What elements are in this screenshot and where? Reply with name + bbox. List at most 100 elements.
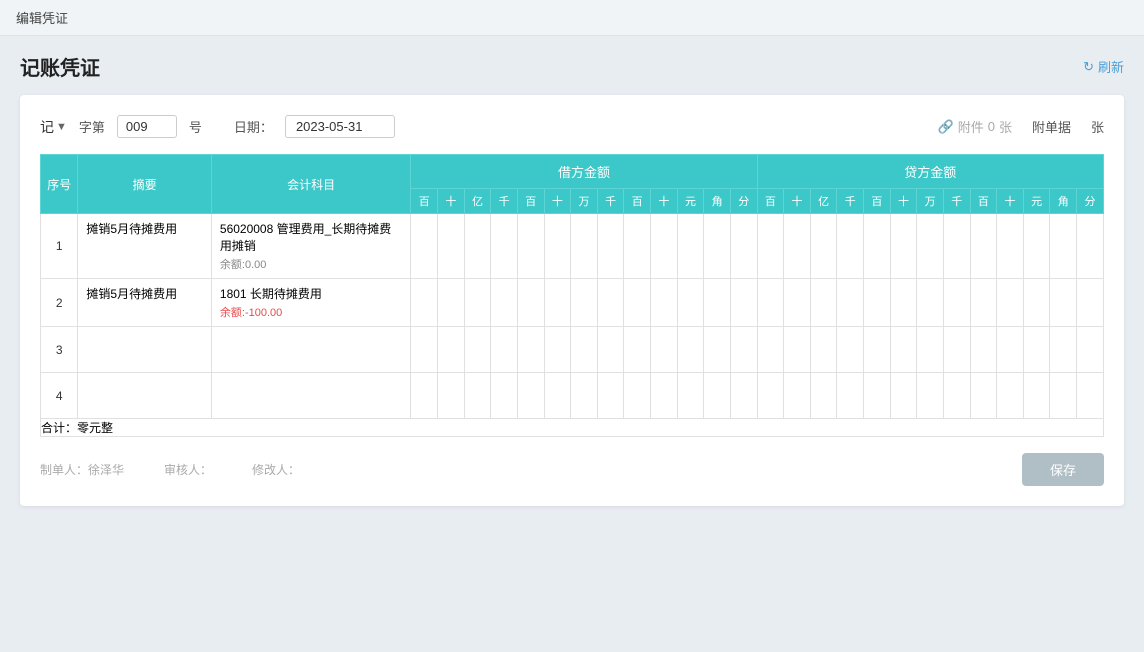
row-abstract[interactable] bbox=[78, 327, 211, 373]
debit-2[interactable] bbox=[438, 327, 465, 373]
debit-9[interactable] bbox=[624, 279, 651, 327]
credit-13[interactable] bbox=[1077, 327, 1104, 373]
refresh-button[interactable]: ↻ 刷新 bbox=[1083, 57, 1124, 76]
debit-12[interactable] bbox=[704, 279, 731, 327]
credit-7[interactable] bbox=[917, 373, 944, 419]
debit-12[interactable] bbox=[704, 327, 731, 373]
credit-3[interactable] bbox=[810, 279, 837, 327]
dropdown-arrow-icon[interactable]: ▼ bbox=[56, 121, 67, 133]
debit-7[interactable] bbox=[571, 327, 598, 373]
row-abstract[interactable] bbox=[78, 373, 211, 419]
credit-2[interactable] bbox=[784, 279, 811, 327]
debit-11[interactable] bbox=[677, 327, 704, 373]
credit-12[interactable] bbox=[1050, 279, 1077, 327]
debit-2[interactable] bbox=[438, 373, 465, 419]
debit-11[interactable] bbox=[677, 279, 704, 327]
debit-1[interactable] bbox=[411, 214, 438, 279]
credit-12[interactable] bbox=[1050, 373, 1077, 419]
credit-3[interactable] bbox=[810, 214, 837, 279]
credit-10[interactable] bbox=[997, 373, 1024, 419]
voucher-number-input[interactable] bbox=[117, 115, 177, 138]
debit-2[interactable] bbox=[438, 279, 465, 327]
credit-4[interactable] bbox=[837, 214, 864, 279]
debit-8[interactable] bbox=[597, 214, 624, 279]
debit-9[interactable] bbox=[624, 214, 651, 279]
debit-2[interactable] bbox=[438, 214, 465, 279]
credit-8[interactable] bbox=[943, 214, 970, 279]
credit-2[interactable] bbox=[784, 214, 811, 279]
debit-5[interactable] bbox=[517, 279, 544, 327]
credit-9[interactable] bbox=[970, 373, 997, 419]
credit-4[interactable] bbox=[837, 279, 864, 327]
credit-5[interactable] bbox=[864, 279, 891, 327]
credit-6[interactable] bbox=[890, 327, 917, 373]
credit-4[interactable] bbox=[837, 327, 864, 373]
row-abstract[interactable]: 摊销5月待摊费用 bbox=[78, 279, 211, 327]
row-subject[interactable] bbox=[211, 373, 411, 419]
debit-10[interactable] bbox=[651, 327, 678, 373]
credit-11[interactable] bbox=[1023, 327, 1050, 373]
debit-7[interactable] bbox=[571, 279, 598, 327]
debit-13[interactable] bbox=[730, 279, 757, 327]
credit-3[interactable] bbox=[810, 327, 837, 373]
debit-13[interactable] bbox=[730, 214, 757, 279]
credit-3[interactable] bbox=[810, 373, 837, 419]
debit-5[interactable] bbox=[517, 373, 544, 419]
credit-1[interactable] bbox=[757, 214, 784, 279]
debit-13[interactable] bbox=[730, 327, 757, 373]
debit-7[interactable] bbox=[571, 373, 598, 419]
credit-12[interactable] bbox=[1050, 327, 1077, 373]
row-subject[interactable]: 1801 长期待摊费用 余额:-100.00 bbox=[211, 279, 411, 327]
credit-1[interactable] bbox=[757, 327, 784, 373]
credit-6[interactable] bbox=[890, 214, 917, 279]
credit-10[interactable] bbox=[997, 214, 1024, 279]
save-button[interactable]: 保存 bbox=[1022, 453, 1104, 486]
debit-5[interactable] bbox=[517, 327, 544, 373]
debit-4[interactable] bbox=[491, 214, 518, 279]
credit-8[interactable] bbox=[943, 373, 970, 419]
credit-1[interactable] bbox=[757, 373, 784, 419]
row-abstract[interactable]: 摊销5月待摊费用 bbox=[78, 214, 211, 279]
credit-9[interactable] bbox=[970, 214, 997, 279]
debit-8[interactable] bbox=[597, 373, 624, 419]
credit-8[interactable] bbox=[943, 327, 970, 373]
debit-10[interactable] bbox=[651, 214, 678, 279]
credit-2[interactable] bbox=[784, 373, 811, 419]
credit-5[interactable] bbox=[864, 327, 891, 373]
credit-10[interactable] bbox=[997, 279, 1024, 327]
debit-10[interactable] bbox=[651, 373, 678, 419]
credit-1[interactable] bbox=[757, 279, 784, 327]
debit-12[interactable] bbox=[704, 373, 731, 419]
debit-10[interactable] bbox=[651, 279, 678, 327]
debit-6[interactable] bbox=[544, 214, 571, 279]
debit-3[interactable] bbox=[464, 373, 491, 419]
debit-7[interactable] bbox=[571, 214, 598, 279]
debit-9[interactable] bbox=[624, 373, 651, 419]
credit-5[interactable] bbox=[864, 373, 891, 419]
credit-9[interactable] bbox=[970, 327, 997, 373]
debit-3[interactable] bbox=[464, 327, 491, 373]
debit-4[interactable] bbox=[491, 373, 518, 419]
credit-7[interactable] bbox=[917, 214, 944, 279]
date-input[interactable] bbox=[285, 115, 395, 138]
credit-6[interactable] bbox=[890, 279, 917, 327]
credit-13[interactable] bbox=[1077, 214, 1104, 279]
debit-1[interactable] bbox=[411, 373, 438, 419]
credit-12[interactable] bbox=[1050, 214, 1077, 279]
credit-6[interactable] bbox=[890, 373, 917, 419]
credit-9[interactable] bbox=[970, 279, 997, 327]
row-subject[interactable]: 56020008 管理费用_长期待摊费用摊销 余额:0.00 bbox=[211, 214, 411, 279]
debit-4[interactable] bbox=[491, 327, 518, 373]
credit-7[interactable] bbox=[917, 279, 944, 327]
debit-3[interactable] bbox=[464, 214, 491, 279]
dan-ju-button[interactable]: 附单据 bbox=[1032, 117, 1071, 136]
debit-1[interactable] bbox=[411, 327, 438, 373]
credit-11[interactable] bbox=[1023, 279, 1050, 327]
credit-13[interactable] bbox=[1077, 279, 1104, 327]
credit-2[interactable] bbox=[784, 327, 811, 373]
debit-9[interactable] bbox=[624, 327, 651, 373]
debit-3[interactable] bbox=[464, 279, 491, 327]
credit-10[interactable] bbox=[997, 327, 1024, 373]
credit-4[interactable] bbox=[837, 373, 864, 419]
credit-11[interactable] bbox=[1023, 214, 1050, 279]
